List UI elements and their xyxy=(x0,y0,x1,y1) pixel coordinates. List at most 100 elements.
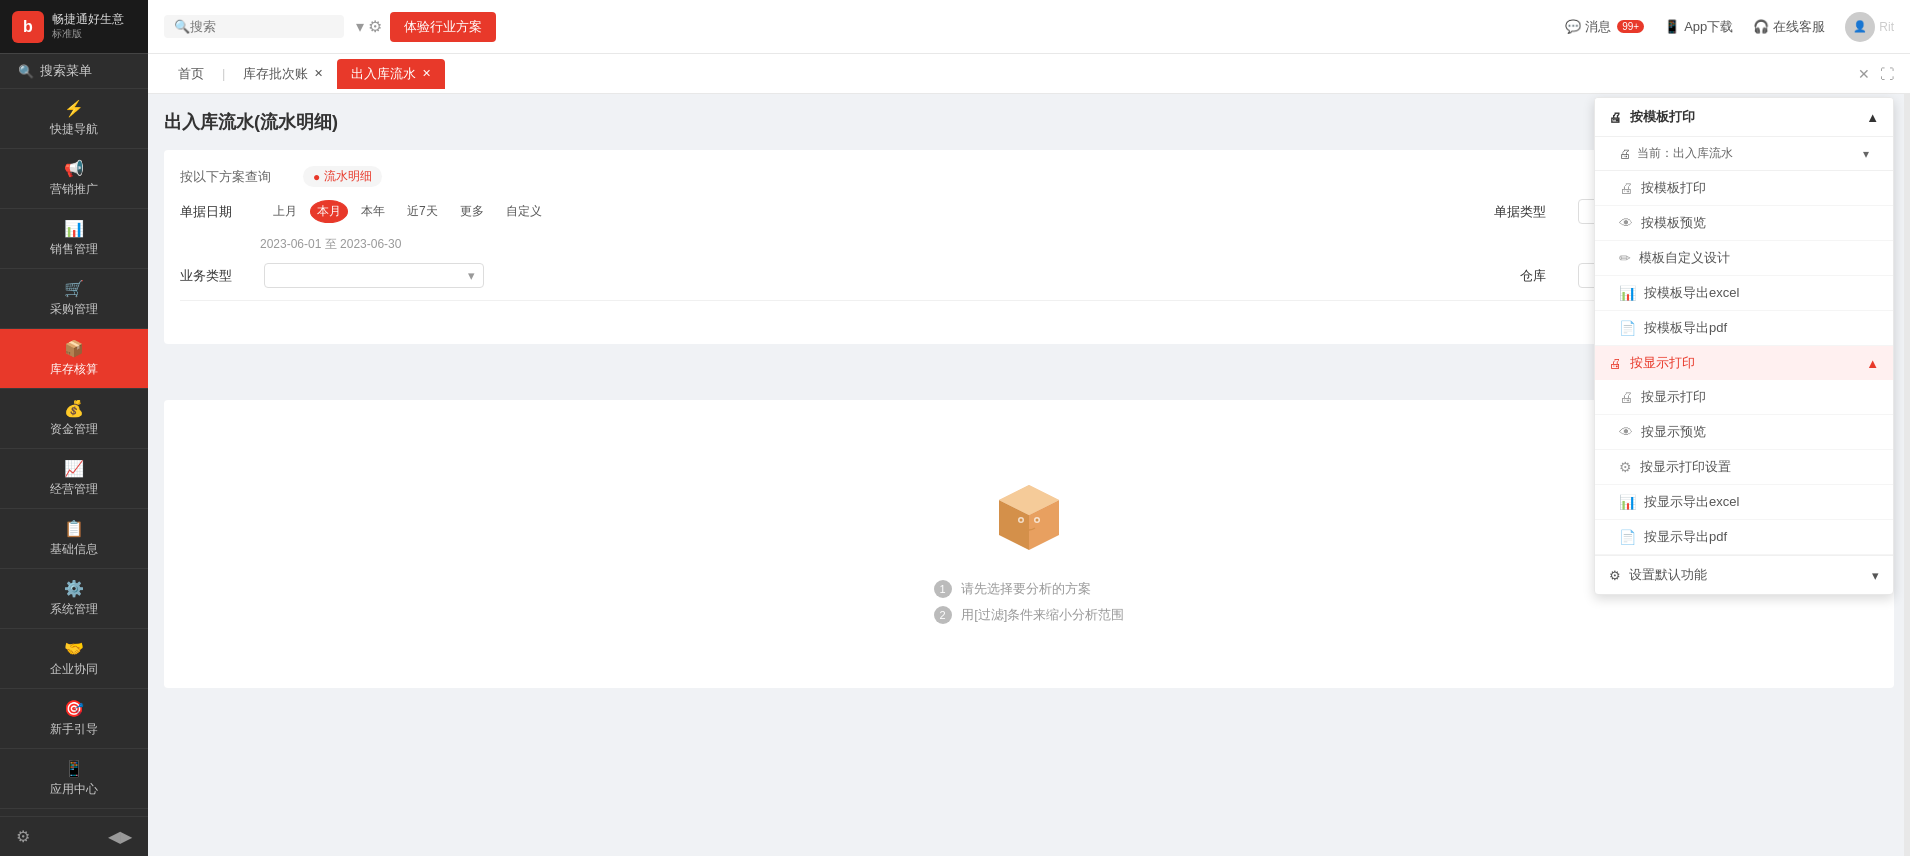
dropdown-item-template-pdf[interactable]: 📄 按模板导出pdf xyxy=(1595,311,1893,346)
tab-inout-flow[interactable]: 出入库流水 ✕ xyxy=(337,59,445,89)
tab-batch-account-label: 库存批次账 xyxy=(243,65,308,83)
topbar-search-box[interactable]: 🔍 xyxy=(164,15,344,38)
biz-type-select[interactable]: ▾ xyxy=(264,263,484,288)
marketing-icon: 📢 xyxy=(64,159,84,178)
topbar-search-icon: 🔍 xyxy=(174,19,190,34)
dropdown-collapse-icon[interactable]: ▲ xyxy=(1866,110,1879,125)
purchase-icon: 🛒 xyxy=(64,279,84,298)
date-btn-custom[interactable]: 自定义 xyxy=(497,200,551,223)
dropdown-arrow-icon[interactable]: ▾ xyxy=(356,17,364,36)
dropdown-item-template-excel[interactable]: 📊 按模板导出excel xyxy=(1595,276,1893,311)
dropdown-header[interactable]: 🖨 按模板打印 ▲ xyxy=(1595,98,1893,137)
current-arrow-icon[interactable]: ▾ xyxy=(1863,147,1869,161)
template-preview-label: 按模板预览 xyxy=(1641,214,1706,232)
search-input[interactable] xyxy=(190,19,290,34)
sidebar-item-purchase[interactable]: 🛒 采购管理 xyxy=(0,269,148,329)
date-filter-buttons: 上月 本月 本年 近7天 更多 自定义 xyxy=(264,200,551,223)
basic-icon: 📋 xyxy=(64,519,84,538)
svg-point-7 xyxy=(1036,519,1039,522)
filter-tag-icon: ● xyxy=(313,170,320,184)
tip-num-1: 1 xyxy=(934,580,952,598)
sidebar-item-marketing[interactable]: 📢 营销推广 xyxy=(0,149,148,209)
sidebar-bottom: ⚙ ◀▶ xyxy=(0,816,148,856)
message-badge: 99+ xyxy=(1617,20,1644,33)
online-service-button[interactable]: 🎧 在线客服 xyxy=(1753,18,1825,36)
template-print-label: 按模板打印 xyxy=(1641,179,1706,197)
dropdown-item-display-preview[interactable]: 👁 按显示预览 xyxy=(1595,415,1893,450)
sidebar-item-label: 应用中心 xyxy=(50,781,98,798)
empty-tips: 1 请先选择要分析的方案 2 用[过滤]条件来缩小分析范围 xyxy=(934,576,1125,628)
dropdown-item-template-design[interactable]: ✏ 模板自定义设计 xyxy=(1595,241,1893,276)
dropdown-item-template-print[interactable]: 🖨 按模板打印 xyxy=(1595,171,1893,206)
type-label: 单据类型 xyxy=(1494,203,1546,221)
dropdown-item-display-settings[interactable]: ⚙ 按显示打印设置 xyxy=(1595,450,1893,485)
biz-type-arrow: ▾ xyxy=(468,268,475,283)
sidebar-item-quick-nav[interactable]: ⚡ 快捷导航 xyxy=(0,89,148,149)
dropdown-footer[interactable]: ⚙ 设置默认功能 ▾ xyxy=(1595,555,1893,594)
empty-tip-1: 请先选择要分析的方案 xyxy=(961,581,1091,596)
user-avatar-button[interactable]: 👤 Rit xyxy=(1845,12,1894,42)
display-pdf-icon: 📄 xyxy=(1619,529,1636,545)
tab-home[interactable]: 首页 xyxy=(164,59,218,89)
dropdown-display-section-header[interactable]: 🖨 按显示打印 ▲ xyxy=(1595,346,1893,380)
tab-close-batch-account[interactable]: ✕ xyxy=(314,67,323,80)
dropdown-item-display-pdf[interactable]: 📄 按显示导出pdf xyxy=(1595,520,1893,555)
date-btn-this-year[interactable]: 本年 xyxy=(352,200,394,223)
tab-close-inout-flow[interactable]: ✕ xyxy=(422,67,431,80)
sidebar-item-system[interactable]: ⚙️ 系统管理 xyxy=(0,569,148,629)
appcenter-icon: 📱 xyxy=(64,759,84,778)
display-section-icon: 🖨 xyxy=(1609,356,1622,371)
inventory-icon: 📦 xyxy=(64,339,84,358)
sidebar-search[interactable]: 🔍 搜索菜单 xyxy=(0,54,148,89)
display-excel-icon: 📊 xyxy=(1619,494,1636,510)
collapse-sidebar-icon[interactable]: ◀▶ xyxy=(108,827,132,846)
tab-expand-button[interactable]: ⛶ xyxy=(1880,66,1894,82)
sidebar-nav: ⚡ 快捷导航 📢 营销推广 📊 销售管理 🛒 采购管理 📦 库存核算 💰 资金管… xyxy=(0,89,148,816)
app-version: 标准版 xyxy=(52,27,124,41)
tab-batch-account[interactable]: 库存批次账 ✕ xyxy=(229,59,337,89)
sidebar-item-sales[interactable]: 📊 销售管理 xyxy=(0,209,148,269)
display-preview-icon: 👁 xyxy=(1619,424,1633,440)
sidebar-item-label: 营销推广 xyxy=(50,181,98,198)
sidebar-item-finance[interactable]: 💰 资金管理 xyxy=(0,389,148,449)
quick-nav-icon: ⚡ xyxy=(64,99,84,118)
sidebar-item-basic[interactable]: 📋 基础信息 xyxy=(0,509,148,569)
template-print-icon: 🖨 xyxy=(1619,180,1633,196)
username-label: Rit xyxy=(1879,20,1894,34)
tab-close-window-button[interactable]: ✕ xyxy=(1858,66,1870,82)
dropdown-title: 按模板打印 xyxy=(1630,108,1695,126)
footer-label: 设置默认功能 xyxy=(1629,566,1707,584)
app-download-button[interactable]: 📱 App下载 xyxy=(1664,18,1733,36)
date-btn-more[interactable]: 更多 xyxy=(451,200,493,223)
sidebar-item-operations[interactable]: 📈 经营管理 xyxy=(0,449,148,509)
sidebar-item-newbie[interactable]: 🎯 新手引导 xyxy=(0,689,148,749)
settings-gear-icon[interactable]: ⚙ xyxy=(368,17,382,36)
empty-icon xyxy=(979,460,1079,560)
date-btn-7days[interactable]: 近7天 xyxy=(398,200,447,223)
active-filter-tag[interactable]: ● 流水明细 xyxy=(303,166,382,187)
date-btn-last-month[interactable]: 上月 xyxy=(264,200,306,223)
template-pdf-label: 按模板导出pdf xyxy=(1644,319,1727,337)
sidebar-item-label: 采购管理 xyxy=(50,301,98,318)
sidebar-item-cooperation[interactable]: 🤝 企业协同 xyxy=(0,629,148,689)
sidebar-item-appcenter[interactable]: 📱 应用中心 xyxy=(0,749,148,809)
resize-handle[interactable] xyxy=(1904,94,1910,856)
settings-icon[interactable]: ⚙ xyxy=(16,827,30,846)
dropdown-item-template-preview[interactable]: 👁 按模板预览 xyxy=(1595,206,1893,241)
service-icon: 🎧 xyxy=(1753,19,1769,34)
dropdown-item-display-excel[interactable]: 📊 按显示导出excel xyxy=(1595,485,1893,520)
footer-arrow-icon: ▾ xyxy=(1872,568,1879,583)
display-section-arrow[interactable]: ▲ xyxy=(1866,356,1879,371)
message-button[interactable]: 💬 消息 99+ xyxy=(1565,18,1644,36)
sidebar-item-wechat[interactable]: 💬 企业微信 xyxy=(0,809,148,816)
tab-home-label: 首页 xyxy=(178,65,204,83)
topbar: 🔍 ▾ ⚙ 体验行业方案 💬 消息 99+ 📱 App下载 🎧 在线客服 👤 R… xyxy=(148,0,1910,54)
display-print-icon: 🖨 xyxy=(1619,389,1633,405)
sidebar-item-label: 企业协同 xyxy=(50,661,98,678)
footer-settings-icon: ⚙ xyxy=(1609,568,1621,583)
date-btn-this-month[interactable]: 本月 xyxy=(310,200,348,223)
sidebar-item-inventory[interactable]: 📦 库存核算 xyxy=(0,329,148,389)
industry-solution-button[interactable]: 体验行业方案 xyxy=(390,12,496,42)
dropdown-item-display-print[interactable]: 🖨 按显示打印 xyxy=(1595,380,1893,415)
system-icon: ⚙️ xyxy=(64,579,84,598)
